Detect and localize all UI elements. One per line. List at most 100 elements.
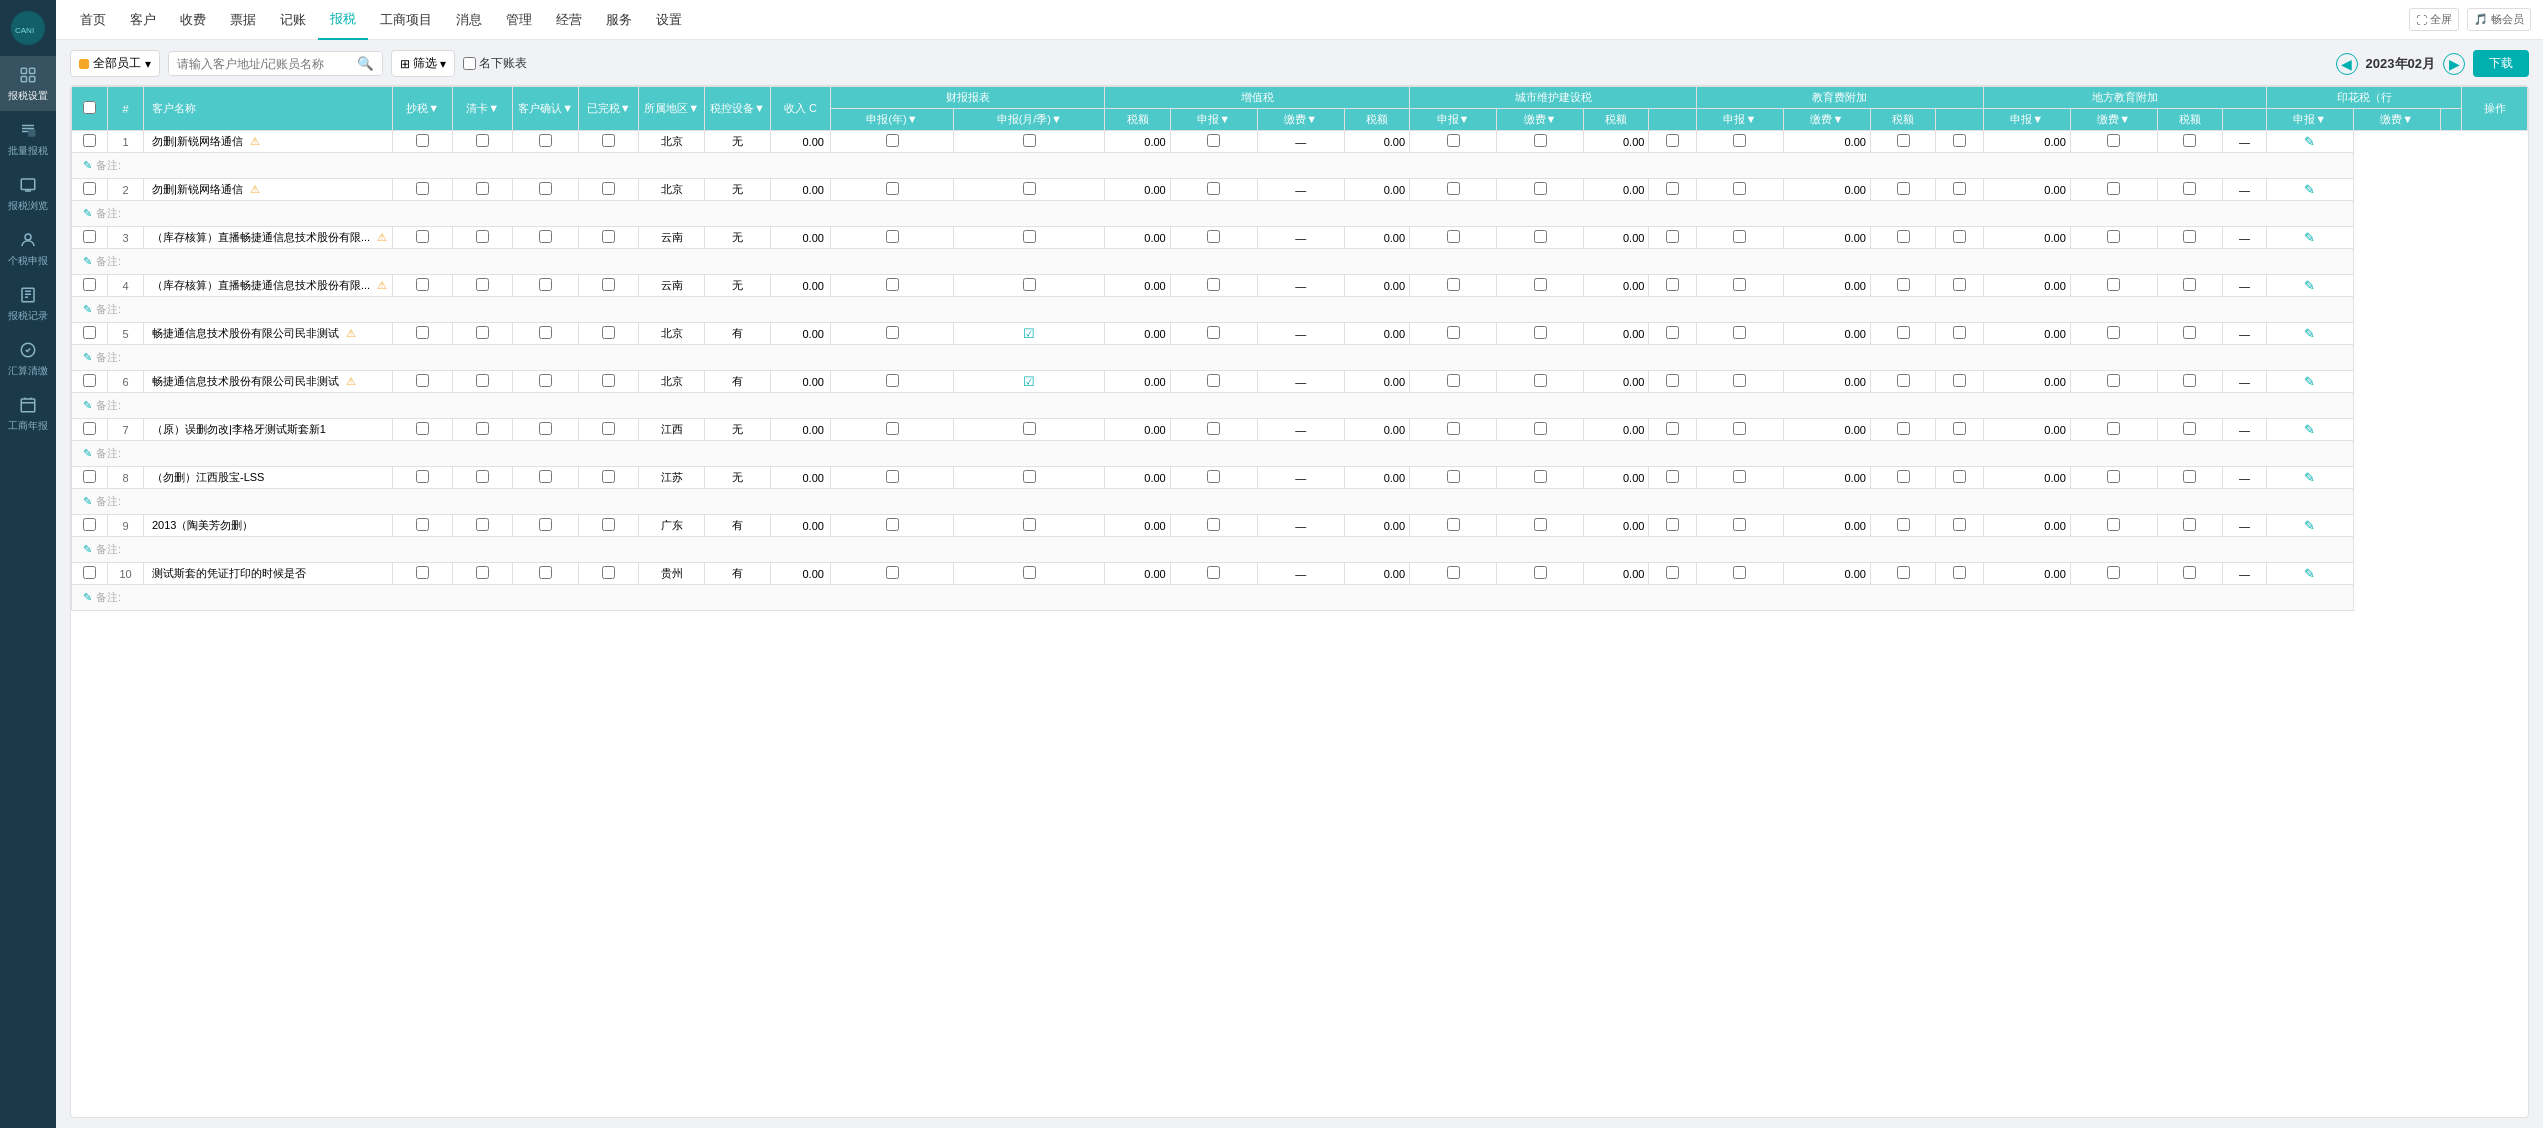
search-button[interactable]: 🔍 <box>349 52 382 75</box>
edit-note-icon[interactable]: ✎ <box>83 303 92 316</box>
cs-jiaofei-checkbox[interactable] <box>1534 278 1547 291</box>
edit-note-icon[interactable]: ✎ <box>83 399 92 412</box>
qingka-checkbox[interactable] <box>476 182 489 195</box>
nav-fuwu[interactable]: 服务 <box>594 0 644 40</box>
qingka-checkbox[interactable] <box>476 326 489 339</box>
edit-button[interactable]: ✎ <box>2304 518 2315 533</box>
queren-checkbox[interactable] <box>539 422 552 435</box>
nav-home[interactable]: 首页 <box>68 0 118 40</box>
cs-shenbao-checkbox[interactable] <box>1447 518 1460 531</box>
yiwansui-checkbox[interactable] <box>602 470 615 483</box>
edit-button[interactable]: ✎ <box>2304 230 2315 245</box>
edit-button[interactable]: ✎ <box>2304 374 2315 389</box>
annual-checkbox[interactable] <box>886 278 899 291</box>
yiwansui-checkbox[interactable] <box>602 518 615 531</box>
jy-jiaofei-checkbox[interactable] <box>1733 422 1746 435</box>
nav-baoshui[interactable]: 报税 <box>318 0 368 40</box>
membership-btn[interactable]: 🎵 畅会员 <box>2467 8 2531 31</box>
cs-jiaofei-checkbox[interactable] <box>1534 182 1547 195</box>
df-jiaofei-checkbox[interactable] <box>1953 566 1966 579</box>
monthly-checkbox[interactable] <box>1023 566 1036 579</box>
df-jiaofei-checkbox[interactable] <box>1953 422 1966 435</box>
zzs-shenbao-checkbox[interactable] <box>1207 278 1220 291</box>
yh-jiaofei-checkbox[interactable] <box>2183 182 2196 195</box>
yh-shenbao-checkbox[interactable] <box>2107 230 2120 243</box>
queren-checkbox[interactable] <box>539 518 552 531</box>
edit-note-icon[interactable]: ✎ <box>83 591 92 604</box>
row-checkbox[interactable] <box>83 182 96 195</box>
df-shenbao-checkbox[interactable] <box>1897 278 1910 291</box>
df-jiaofei-checkbox[interactable] <box>1953 470 1966 483</box>
yh-jiaofei-checkbox[interactable] <box>2183 278 2196 291</box>
name-table-btn[interactable]: 名下账表 <box>463 55 527 72</box>
edit-note-icon[interactable]: ✎ <box>83 255 92 268</box>
chaoshui-checkbox[interactable] <box>416 374 429 387</box>
zzs-shenbao-checkbox[interactable] <box>1207 182 1220 195</box>
yh-jiaofei-checkbox[interactable] <box>2183 326 2196 339</box>
nav-gongshang[interactable]: 工商项目 <box>368 0 444 40</box>
yh-shenbao-checkbox[interactable] <box>2107 134 2120 147</box>
nav-customer[interactable]: 客户 <box>118 0 168 40</box>
yh-shenbao-checkbox[interactable] <box>2107 278 2120 291</box>
cs-jiaofei-checkbox[interactable] <box>1534 326 1547 339</box>
jy-jiaofei-checkbox[interactable] <box>1733 230 1746 243</box>
qingka-checkbox[interactable] <box>476 470 489 483</box>
annual-checkbox[interactable] <box>886 230 899 243</box>
jy-jiaofei-checkbox[interactable] <box>1733 518 1746 531</box>
df-shenbao-checkbox[interactable] <box>1897 470 1910 483</box>
df-shenbao-checkbox[interactable] <box>1897 374 1910 387</box>
yh-jiaofei-checkbox[interactable] <box>2183 374 2196 387</box>
row-checkbox[interactable] <box>83 566 96 579</box>
yiwansui-checkbox[interactable] <box>602 134 615 147</box>
chaoshui-checkbox[interactable] <box>416 182 429 195</box>
jy-shenbao-checkbox[interactable] <box>1666 182 1679 195</box>
row-checkbox[interactable] <box>83 518 96 531</box>
cs-jiaofei-checkbox[interactable] <box>1534 374 1547 387</box>
cs-shenbao-checkbox[interactable] <box>1447 278 1460 291</box>
jy-shenbao-checkbox[interactable] <box>1666 230 1679 243</box>
sidebar-item-baoshui-shezhi[interactable]: 报税设置 <box>0 56 56 111</box>
nav-shezhi[interactable]: 设置 <box>644 0 694 40</box>
df-shenbao-checkbox[interactable] <box>1897 326 1910 339</box>
queren-checkbox[interactable] <box>539 182 552 195</box>
cs-jiaofei-checkbox[interactable] <box>1534 422 1547 435</box>
yiwansui-checkbox[interactable] <box>602 182 615 195</box>
monthly-checkbox[interactable] <box>1023 278 1036 291</box>
jy-shenbao-checkbox[interactable] <box>1666 134 1679 147</box>
monthly-checkbox[interactable] <box>1023 134 1036 147</box>
df-jiaofei-checkbox[interactable] <box>1953 278 1966 291</box>
df-jiaofei-checkbox[interactable] <box>1953 326 1966 339</box>
jy-jiaofei-checkbox[interactable] <box>1733 470 1746 483</box>
qingka-checkbox[interactable] <box>476 422 489 435</box>
chaoshui-checkbox[interactable] <box>416 326 429 339</box>
qingka-checkbox[interactable] <box>476 230 489 243</box>
df-shenbao-checkbox[interactable] <box>1897 182 1910 195</box>
chaoshui-checkbox[interactable] <box>416 518 429 531</box>
row-checkbox[interactable] <box>83 134 96 147</box>
zzs-shenbao-checkbox[interactable] <box>1207 374 1220 387</box>
yh-shenbao-checkbox[interactable] <box>2107 326 2120 339</box>
yh-shenbao-checkbox[interactable] <box>2107 518 2120 531</box>
cs-jiaofei-checkbox[interactable] <box>1534 566 1547 579</box>
nav-xiaoxi[interactable]: 消息 <box>444 0 494 40</box>
nav-jingying[interactable]: 经营 <box>544 0 594 40</box>
cs-jiaofei-checkbox[interactable] <box>1534 470 1547 483</box>
sidebar-item-baoshui-liulan[interactable]: 报税浏览 <box>0 166 56 221</box>
annual-checkbox[interactable] <box>886 134 899 147</box>
nav-shoufei[interactable]: 收费 <box>168 0 218 40</box>
queren-checkbox[interactable] <box>539 230 552 243</box>
annual-checkbox[interactable] <box>886 374 899 387</box>
edit-note-icon[interactable]: ✎ <box>83 207 92 220</box>
cs-jiaofei-checkbox[interactable] <box>1534 134 1547 147</box>
cs-shenbao-checkbox[interactable] <box>1447 470 1460 483</box>
cs-shenbao-checkbox[interactable] <box>1447 182 1460 195</box>
chaoshui-checkbox[interactable] <box>416 422 429 435</box>
fullscreen-btn[interactable]: ⛶ 全屏 <box>2409 8 2459 31</box>
chaoshui-checkbox[interactable] <box>416 470 429 483</box>
cs-shenbao-checkbox[interactable] <box>1447 422 1460 435</box>
df-shenbao-checkbox[interactable] <box>1897 134 1910 147</box>
jy-shenbao-checkbox[interactable] <box>1666 278 1679 291</box>
row-checkbox[interactable] <box>83 422 96 435</box>
zzs-shenbao-checkbox[interactable] <box>1207 326 1220 339</box>
edit-button[interactable]: ✎ <box>2304 422 2315 437</box>
